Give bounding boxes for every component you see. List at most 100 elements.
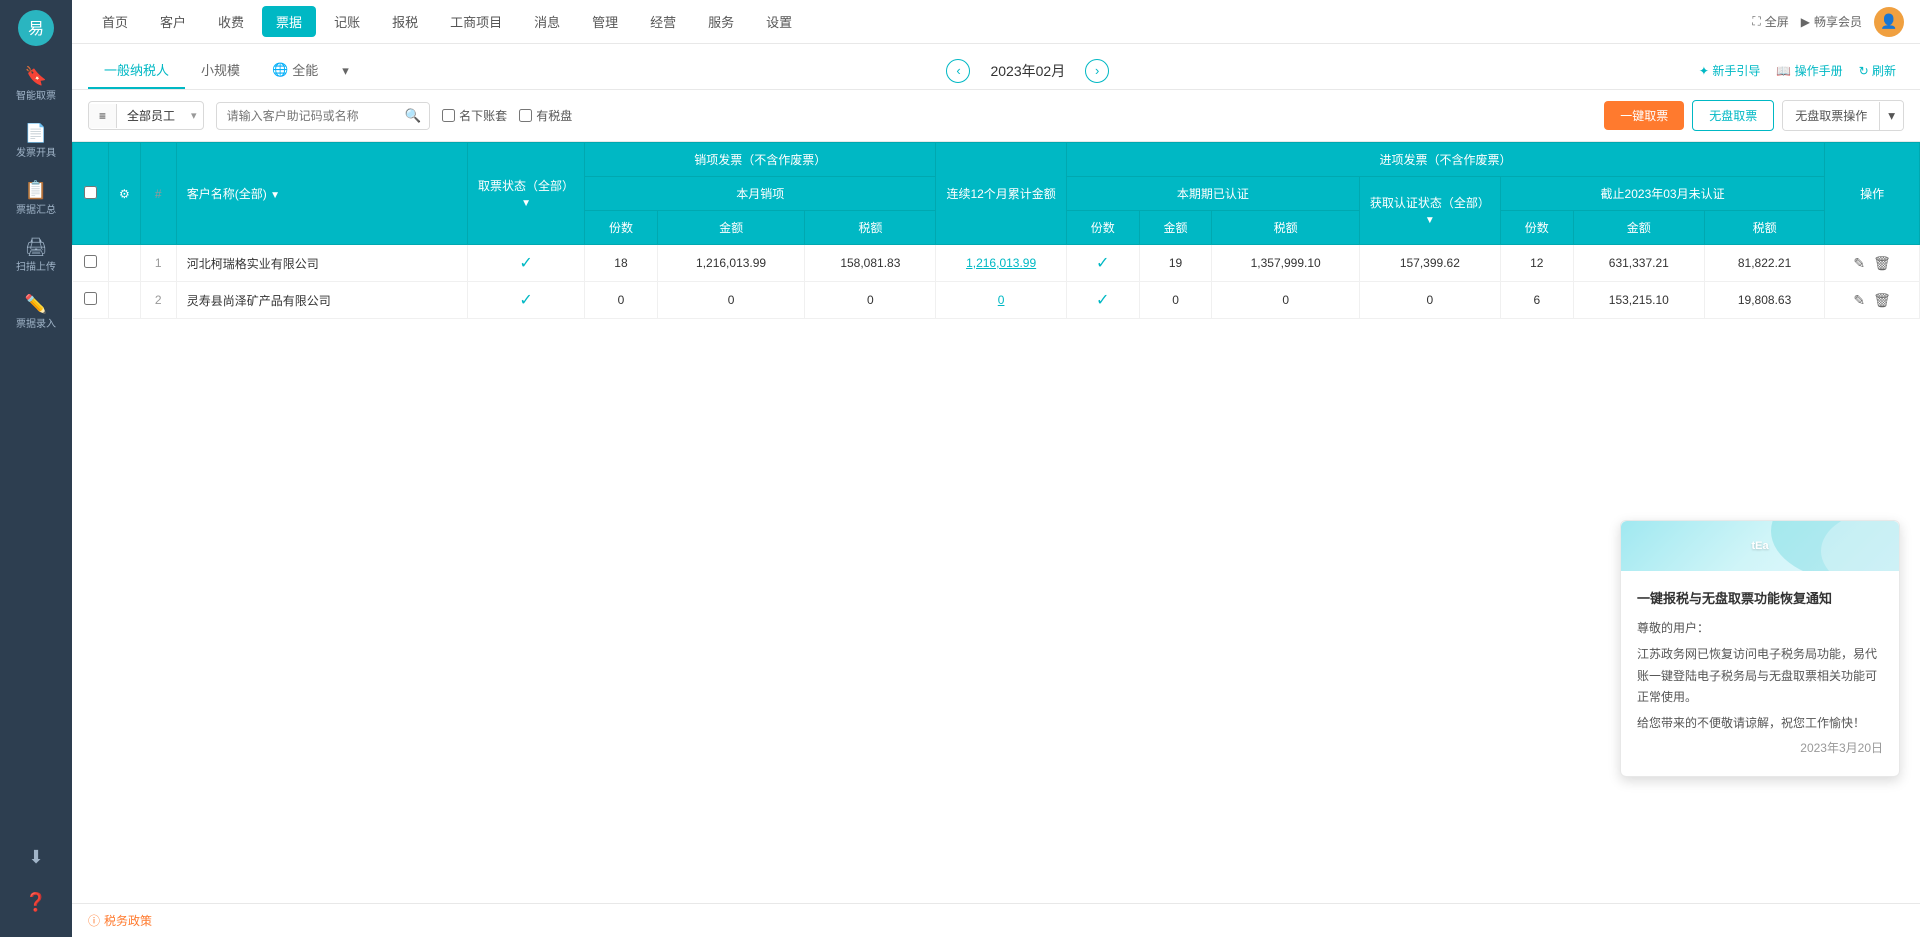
row-sales-tax: 158,081.83	[805, 245, 936, 282]
checkbox-own-accounts[interactable]: 名下账套	[442, 107, 507, 124]
sidebar-item-invoice-open[interactable]: 📄 发票开具	[0, 113, 72, 170]
sidebar-item-smart-ticket[interactable]: 🔖 智能取票	[0, 56, 72, 113]
row-customer-name: 灵寿县尚泽矿产品有限公司	[176, 282, 467, 319]
prev-month-btn[interactable]: ‹	[946, 59, 970, 83]
current-date: 2023年02月	[978, 61, 1077, 81]
row-delete-btn[interactable]: 🗑	[1873, 255, 1891, 272]
nav-home[interactable]: 首页	[88, 6, 142, 37]
th-pur-uncert-tax: 税额	[1704, 211, 1824, 245]
cert-status-icon: ✓	[1096, 292, 1109, 309]
nav-customer[interactable]: 客户	[146, 6, 200, 37]
app-logo[interactable]: 易	[16, 8, 56, 48]
user-avatar[interactable]: 👤	[1874, 7, 1904, 37]
select-all-checkbox[interactable]	[84, 186, 97, 199]
th-uncertified: 截止2023年03月未认证	[1500, 177, 1824, 211]
search-input[interactable]	[217, 104, 397, 128]
diskless-ops-main[interactable]: 无盘取票操作	[1783, 101, 1879, 130]
nav-commerce[interactable]: 工商项目	[436, 6, 516, 37]
th-customer: 客户名称(全部) ▼	[176, 143, 467, 245]
invoice-open-icon: 📄	[25, 123, 47, 144]
cert-status-filter-icon[interactable]: ▼	[1425, 215, 1435, 226]
sidebar-help-icon[interactable]: ❓	[17, 884, 55, 921]
chevron-right-icon: ›	[1095, 63, 1099, 78]
th-month-sales: 本月销项	[585, 177, 936, 211]
one-click-ticket-btn[interactable]: 一键取票	[1604, 101, 1684, 130]
fullscreen-btn[interactable]: ⛶ 全屏	[1752, 13, 1788, 30]
employee-filter[interactable]: ≡ 全部员工 ▾	[88, 101, 204, 130]
cumulative-link[interactable]: 1,216,013.99	[966, 256, 1036, 270]
chevron-left-icon: ‹	[956, 63, 960, 78]
refresh-btn[interactable]: ↻ 刷新	[1859, 62, 1896, 79]
nav-tax[interactable]: 报税	[378, 6, 432, 37]
filter-dropdown-arrow[interactable]: ▾	[185, 104, 203, 127]
row-operations: ✎ 🗑	[1825, 282, 1920, 319]
row-pur-cert-amount: 1,357,999.10	[1212, 245, 1359, 282]
checkbox-has-tax-disk[interactable]: 有税盘	[519, 107, 572, 124]
nav-business[interactable]: 经营	[636, 6, 690, 37]
status-filter-icon[interactable]: ▼	[521, 198, 531, 209]
sidebar-item-invoice-entry[interactable]: ✏️ 票据录入	[0, 284, 72, 341]
table-row: 2 灵寿县尚泽矿产品有限公司 ✓ 0 0 0 0 ✓ 0 0 0 6 153,2…	[73, 282, 1920, 319]
smart-ticket-icon: 🔖	[25, 66, 47, 87]
customer-filter-icon[interactable]: ▼	[270, 190, 280, 201]
diskless-ops-dropdown[interactable]: 无盘取票操作 ▾	[1782, 100, 1904, 131]
row-edit-btn[interactable]: ✎	[1853, 292, 1865, 309]
cumulative-link[interactable]: 0	[998, 293, 1005, 307]
scan-upload-icon: 🖨	[25, 237, 48, 258]
nav-service[interactable]: 服务	[694, 6, 748, 37]
th-sales-group: 销项发票（不含作废票）	[585, 143, 936, 177]
sidebar-item-scan-upload[interactable]: 🖨 扫描上传	[0, 227, 72, 284]
tab-navigation: ‹ 2023年02月 ›	[946, 59, 1109, 83]
tab-omnipotent[interactable]: 🌐 全能	[256, 52, 334, 89]
search-button[interactable]: 🔍	[397, 103, 430, 129]
th-pur-cert-tax: 税额	[1212, 211, 1359, 245]
chevron-down-icon: ▾	[342, 63, 349, 78]
top-nav: 首页 客户 收费 票据 记账 报税 工商项目 消息 管理 经营 服务 设置 ⛶ …	[72, 0, 1920, 44]
nav-fee[interactable]: 收费	[204, 6, 258, 37]
row-pur-uncert-shares: 12	[1500, 245, 1573, 282]
row-pur-uncert-tax: 19,808.63	[1704, 282, 1824, 319]
sidebar-item-invoice-summary[interactable]: 📋 票据汇总	[0, 170, 72, 227]
settings-icon[interactable]: ⚙	[119, 187, 130, 201]
fullscreen-icon: ⛶	[1752, 14, 1760, 29]
member-btn[interactable]: ▶ 畅享会员	[1801, 13, 1862, 30]
row-sales-shares: 0	[585, 282, 658, 319]
nav-settings[interactable]: 设置	[752, 6, 806, 37]
nav-message[interactable]: 消息	[520, 6, 574, 37]
nav-ticket[interactable]: 票据	[262, 6, 316, 37]
new-guide-btn[interactable]: ✦ 全屏新手引导	[1699, 62, 1760, 79]
th-status: 取票状态（全部） ▼	[468, 143, 585, 245]
tab-more-btn[interactable]: ▾	[334, 55, 357, 87]
sidebar-bottom: ⬇ ❓	[17, 839, 55, 937]
th-pur-cert-shares: 份数	[1066, 211, 1139, 245]
invoice-entry-icon: ✏️	[25, 294, 47, 315]
nav-items: 首页 客户 收费 票据 记账 报税 工商项目 消息 管理 经营 服务 设置	[88, 6, 1752, 37]
th-index: #	[140, 143, 176, 245]
tax-policy-link[interactable]: ⓘ 税务政策	[88, 912, 152, 929]
tab-general-taxpayer[interactable]: 一般纳税人	[88, 52, 185, 89]
tab-small-scale[interactable]: 小规模	[185, 52, 256, 89]
row-index: 2	[140, 282, 176, 319]
row-pur-uncert-amount: 153,215.10	[1573, 282, 1704, 319]
cert-status-icon: ✓	[1096, 255, 1109, 272]
next-month-btn[interactable]: ›	[1085, 59, 1109, 83]
row-checkbox[interactable]	[73, 245, 109, 282]
search-box[interactable]: 🔍	[216, 102, 431, 130]
globe-icon: 🌐	[272, 62, 288, 78]
operation-manual-btn[interactable]: 📖 操作手册	[1776, 62, 1842, 79]
row-pur-cert-shares: 0	[1139, 282, 1212, 319]
bottom-bar: ⓘ 税务政策	[72, 903, 1920, 937]
table-row: 1 河北柯瑞格实业有限公司 ✓ 18 1,216,013.99 158,081.…	[73, 245, 1920, 282]
diskless-ticket-btn[interactable]: 无盘取票	[1692, 100, 1774, 131]
toolbar: ≡ 全部员工 ▾ 🔍 名下账套 有税盘 一键取票	[72, 90, 1920, 142]
sidebar-download-icon[interactable]: ⬇	[20, 839, 51, 876]
row-pur-cert-shares: 19	[1139, 245, 1212, 282]
row-customer-name: 河北柯瑞格实业有限公司	[176, 245, 467, 282]
diskless-ops-arrow[interactable]: ▾	[1879, 102, 1903, 130]
row-delete-btn[interactable]: 🗑	[1873, 292, 1891, 309]
row-edit-btn[interactable]: ✎	[1853, 255, 1865, 272]
nav-bookkeeping[interactable]: 记账	[320, 6, 374, 37]
nav-manage[interactable]: 管理	[578, 6, 632, 37]
row-checkbox[interactable]	[73, 282, 109, 319]
main-area: 首页 客户 收费 票据 记账 报税 工商项目 消息 管理 经营 服务 设置 ⛶ …	[72, 0, 1920, 937]
